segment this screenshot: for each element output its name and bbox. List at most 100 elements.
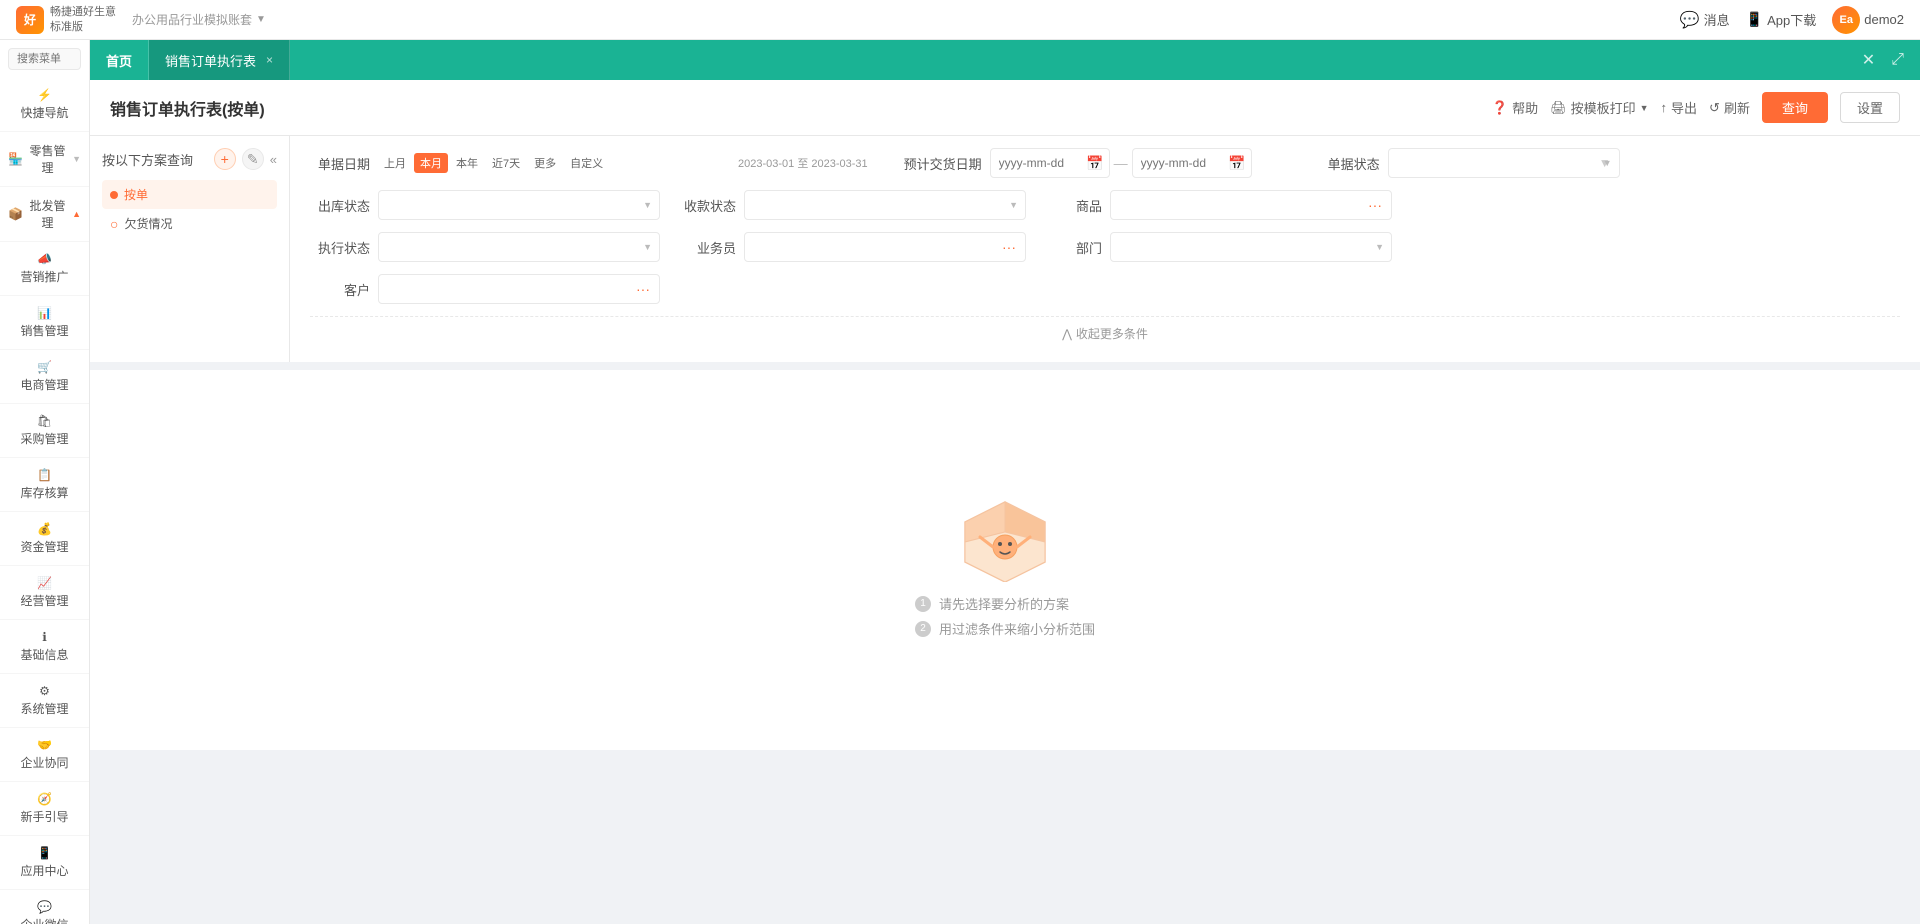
- help-btn[interactable]: ❓ 帮助: [1492, 98, 1538, 117]
- chevron-down-icon: ▼: [72, 154, 81, 164]
- top-header: 好 畅捷通好生意 标准版 办公用品行业模拟账套 ▼ 💬 消息 📱 App下载 E…: [0, 0, 1920, 40]
- step-2-num: 2: [915, 621, 931, 637]
- solution-list: 按单 ○ 欠货情况: [102, 180, 277, 238]
- date-tabs: 上月 本月 本年 近7天 更多 自定义: [378, 153, 609, 173]
- tab-maximize-btn[interactable]: ⤢: [1887, 47, 1908, 73]
- salesperson-input-wrapper: ···: [744, 232, 1026, 262]
- wholesale-icon: 📦: [8, 207, 23, 221]
- sidebar-item-new-user[interactable]: 🧭 新手引导: [0, 782, 89, 836]
- basic-icon: ℹ: [42, 630, 47, 644]
- tab-sales-order-exec[interactable]: 销售订单执行表 ×: [149, 40, 290, 80]
- sidebar-item-purchase-mgmt[interactable]: 🛍 采购管理: [0, 404, 89, 458]
- product-input-wrapper: ···: [1110, 190, 1392, 220]
- department-select-wrapper: [1110, 232, 1392, 262]
- tab-bar: 首页 销售订单执行表 × ✕ ⤢: [90, 40, 1920, 80]
- date-tab-this-year[interactable]: 本年: [450, 153, 484, 173]
- empty-illustration: [945, 482, 1065, 582]
- sidebar-item-operations-mgmt[interactable]: 📈 经营管理: [0, 566, 89, 620]
- sub-icon-debt: ○: [110, 216, 118, 232]
- outbound-select-wrapper: [378, 190, 660, 220]
- page-header: 销售订单执行表(按单) ❓ 帮助 🖨 按模板打印 ▼ ↑ 导出: [90, 80, 1920, 136]
- page-title: 销售订单执行表(按单): [110, 96, 265, 120]
- product-label: 商品: [1042, 196, 1102, 215]
- tab-close-icon[interactable]: ×: [266, 53, 273, 67]
- filter-group-collection: 收款状态: [676, 190, 1026, 220]
- filter-group-date: 单据日期 上月 本月 本年 近7天 更多 自定义: [310, 153, 730, 173]
- filter-content: 按以下方案查询 + ✎ « 按单: [90, 136, 1920, 362]
- outbound-status-select[interactable]: [378, 190, 660, 220]
- marketing-icon: 📣: [37, 252, 52, 266]
- salesperson-input[interactable]: [744, 232, 1026, 262]
- add-solution-btn[interactable]: +: [214, 148, 236, 170]
- date-tab-custom[interactable]: 自定义: [564, 153, 609, 173]
- department-select[interactable]: [1110, 232, 1392, 262]
- filter-left: 按以下方案查询 + ✎ « 按单: [90, 136, 290, 362]
- department-label: 部门: [1042, 238, 1102, 257]
- sidebar-item-finance-mgmt[interactable]: 💰 资金管理: [0, 512, 89, 566]
- sidebar-item-ecommerce-mgmt[interactable]: 🛒 电商管理: [0, 350, 89, 404]
- query-btn[interactable]: 查询: [1762, 92, 1828, 123]
- product-input[interactable]: [1110, 190, 1392, 220]
- tab-close-window-btn[interactable]: ✕: [1858, 46, 1879, 74]
- filter-group-product: 商品 ···: [1042, 190, 1392, 220]
- sidebar-item-sales-mgmt[interactable]: 📊 销售管理: [0, 296, 89, 350]
- date-tab-7days[interactable]: 近7天: [486, 153, 526, 173]
- product-ellipsis-icon[interactable]: ···: [1364, 197, 1386, 213]
- export-btn[interactable]: ↑ 导出: [1661, 98, 1698, 117]
- bill-status-dropdown[interactable]: ▼: [1388, 148, 1620, 178]
- sidebar-item-system-mgmt[interactable]: ⚙ 系统管理: [0, 674, 89, 728]
- page-content: 销售订单执行表(按单) ❓ 帮助 🖨 按模板打印 ▼ ↑ 导出: [90, 80, 1920, 924]
- settings-btn[interactable]: 设置: [1840, 92, 1900, 123]
- export-icon: ↑: [1661, 100, 1668, 115]
- header-right: 💬 消息 📱 App下载 Ea demo2: [1680, 6, 1904, 34]
- filter-group-salesperson: 业务员 ···: [676, 232, 1026, 262]
- date-tab-this-month[interactable]: 本月: [414, 153, 448, 173]
- solution-item-order[interactable]: 按单: [102, 180, 277, 209]
- calendar-start-icon[interactable]: 📅: [1086, 155, 1103, 172]
- tab-home[interactable]: 首页: [90, 40, 149, 80]
- date-tab-more[interactable]: 更多: [528, 153, 562, 173]
- filter-row-1: 单据日期 上月 本月 本年 近7天 更多 自定义: [310, 148, 1900, 178]
- inventory-icon: 📋: [37, 468, 52, 482]
- sidebar-item-enterprise-collab[interactable]: 🤝 企业协同: [0, 728, 89, 782]
- exec-status-label: 执行状态: [310, 238, 370, 257]
- customer-ellipsis-icon[interactable]: ···: [632, 281, 654, 297]
- user-area[interactable]: Ea demo2: [1832, 6, 1904, 34]
- sidebar-item-retail-mgmt[interactable]: 🏪 零售管理 ▼: [0, 132, 89, 187]
- help-icon: ❓: [1492, 100, 1508, 116]
- sidebar-item-app-center[interactable]: 📱 应用中心: [0, 836, 89, 890]
- filter-right: 单据日期 上月 本月 本年 近7天 更多 自定义: [290, 136, 1920, 362]
- collapse-btn[interactable]: «: [270, 152, 277, 167]
- message-action[interactable]: 💬 消息: [1680, 10, 1730, 30]
- bill-status-arrow-icon: ▼: [1599, 156, 1611, 170]
- date-tab-prev-month[interactable]: 上月: [378, 153, 412, 173]
- solution-item-debt[interactable]: ○ 欠货情况: [102, 209, 277, 238]
- edit-solution-btn[interactable]: ✎: [242, 148, 264, 170]
- exec-status-select[interactable]: [378, 232, 660, 262]
- more-conditions-btn[interactable]: ⋀ 收起更多条件: [310, 316, 1900, 350]
- filter-row-3: 执行状态 业务员: [310, 232, 1900, 262]
- sidebar-item-quick-nav[interactable]: ⚡ 快捷导航: [0, 78, 89, 132]
- collection-status-select[interactable]: [744, 190, 1026, 220]
- print-btn[interactable]: 🖨 按模板打印 ▼: [1550, 98, 1648, 117]
- ecommerce-icon: 🛒: [37, 360, 52, 374]
- main-layout: ⚡ 快捷导航 🏪 零售管理 ▼ 📦 批发管理 ▲ 📣 营销推广 📊 销售管理 🛒…: [0, 40, 1920, 924]
- collection-select-wrapper: [744, 190, 1026, 220]
- sidebar-item-wholesale-mgmt[interactable]: 📦 批发管理 ▲: [0, 187, 89, 242]
- search-input[interactable]: [8, 48, 81, 70]
- logo-icon: 好: [16, 6, 44, 34]
- filter-group-forecast-date: 预计交货日期 📅 — 📅: [904, 148, 1284, 178]
- sidebar-item-inventory-calc[interactable]: 📋 库存核算: [0, 458, 89, 512]
- salesperson-ellipsis-icon[interactable]: ···: [998, 239, 1020, 255]
- content-area: 首页 销售订单执行表 × ✕ ⤢ 销售订单执行表(按单) ❓ 帮助: [90, 40, 1920, 924]
- calendar-end-icon[interactable]: 📅: [1228, 155, 1245, 172]
- tab-actions: ✕ ⤢: [1858, 46, 1920, 74]
- customer-label: 客户: [310, 280, 370, 299]
- sidebar-item-marketing[interactable]: 📣 营销推广: [0, 242, 89, 296]
- nav-dropdown[interactable]: 办公用品行业模拟账套 ▼: [124, 11, 266, 28]
- customer-input[interactable]: [378, 274, 660, 304]
- app-download-action[interactable]: 📱 App下载: [1746, 10, 1817, 29]
- refresh-btn[interactable]: ↺ 刷新: [1709, 98, 1750, 117]
- sidebar-item-enterprise-wechat[interactable]: 💬 企业微信: [0, 890, 89, 924]
- sidebar-item-basic-info[interactable]: ℹ 基础信息: [0, 620, 89, 674]
